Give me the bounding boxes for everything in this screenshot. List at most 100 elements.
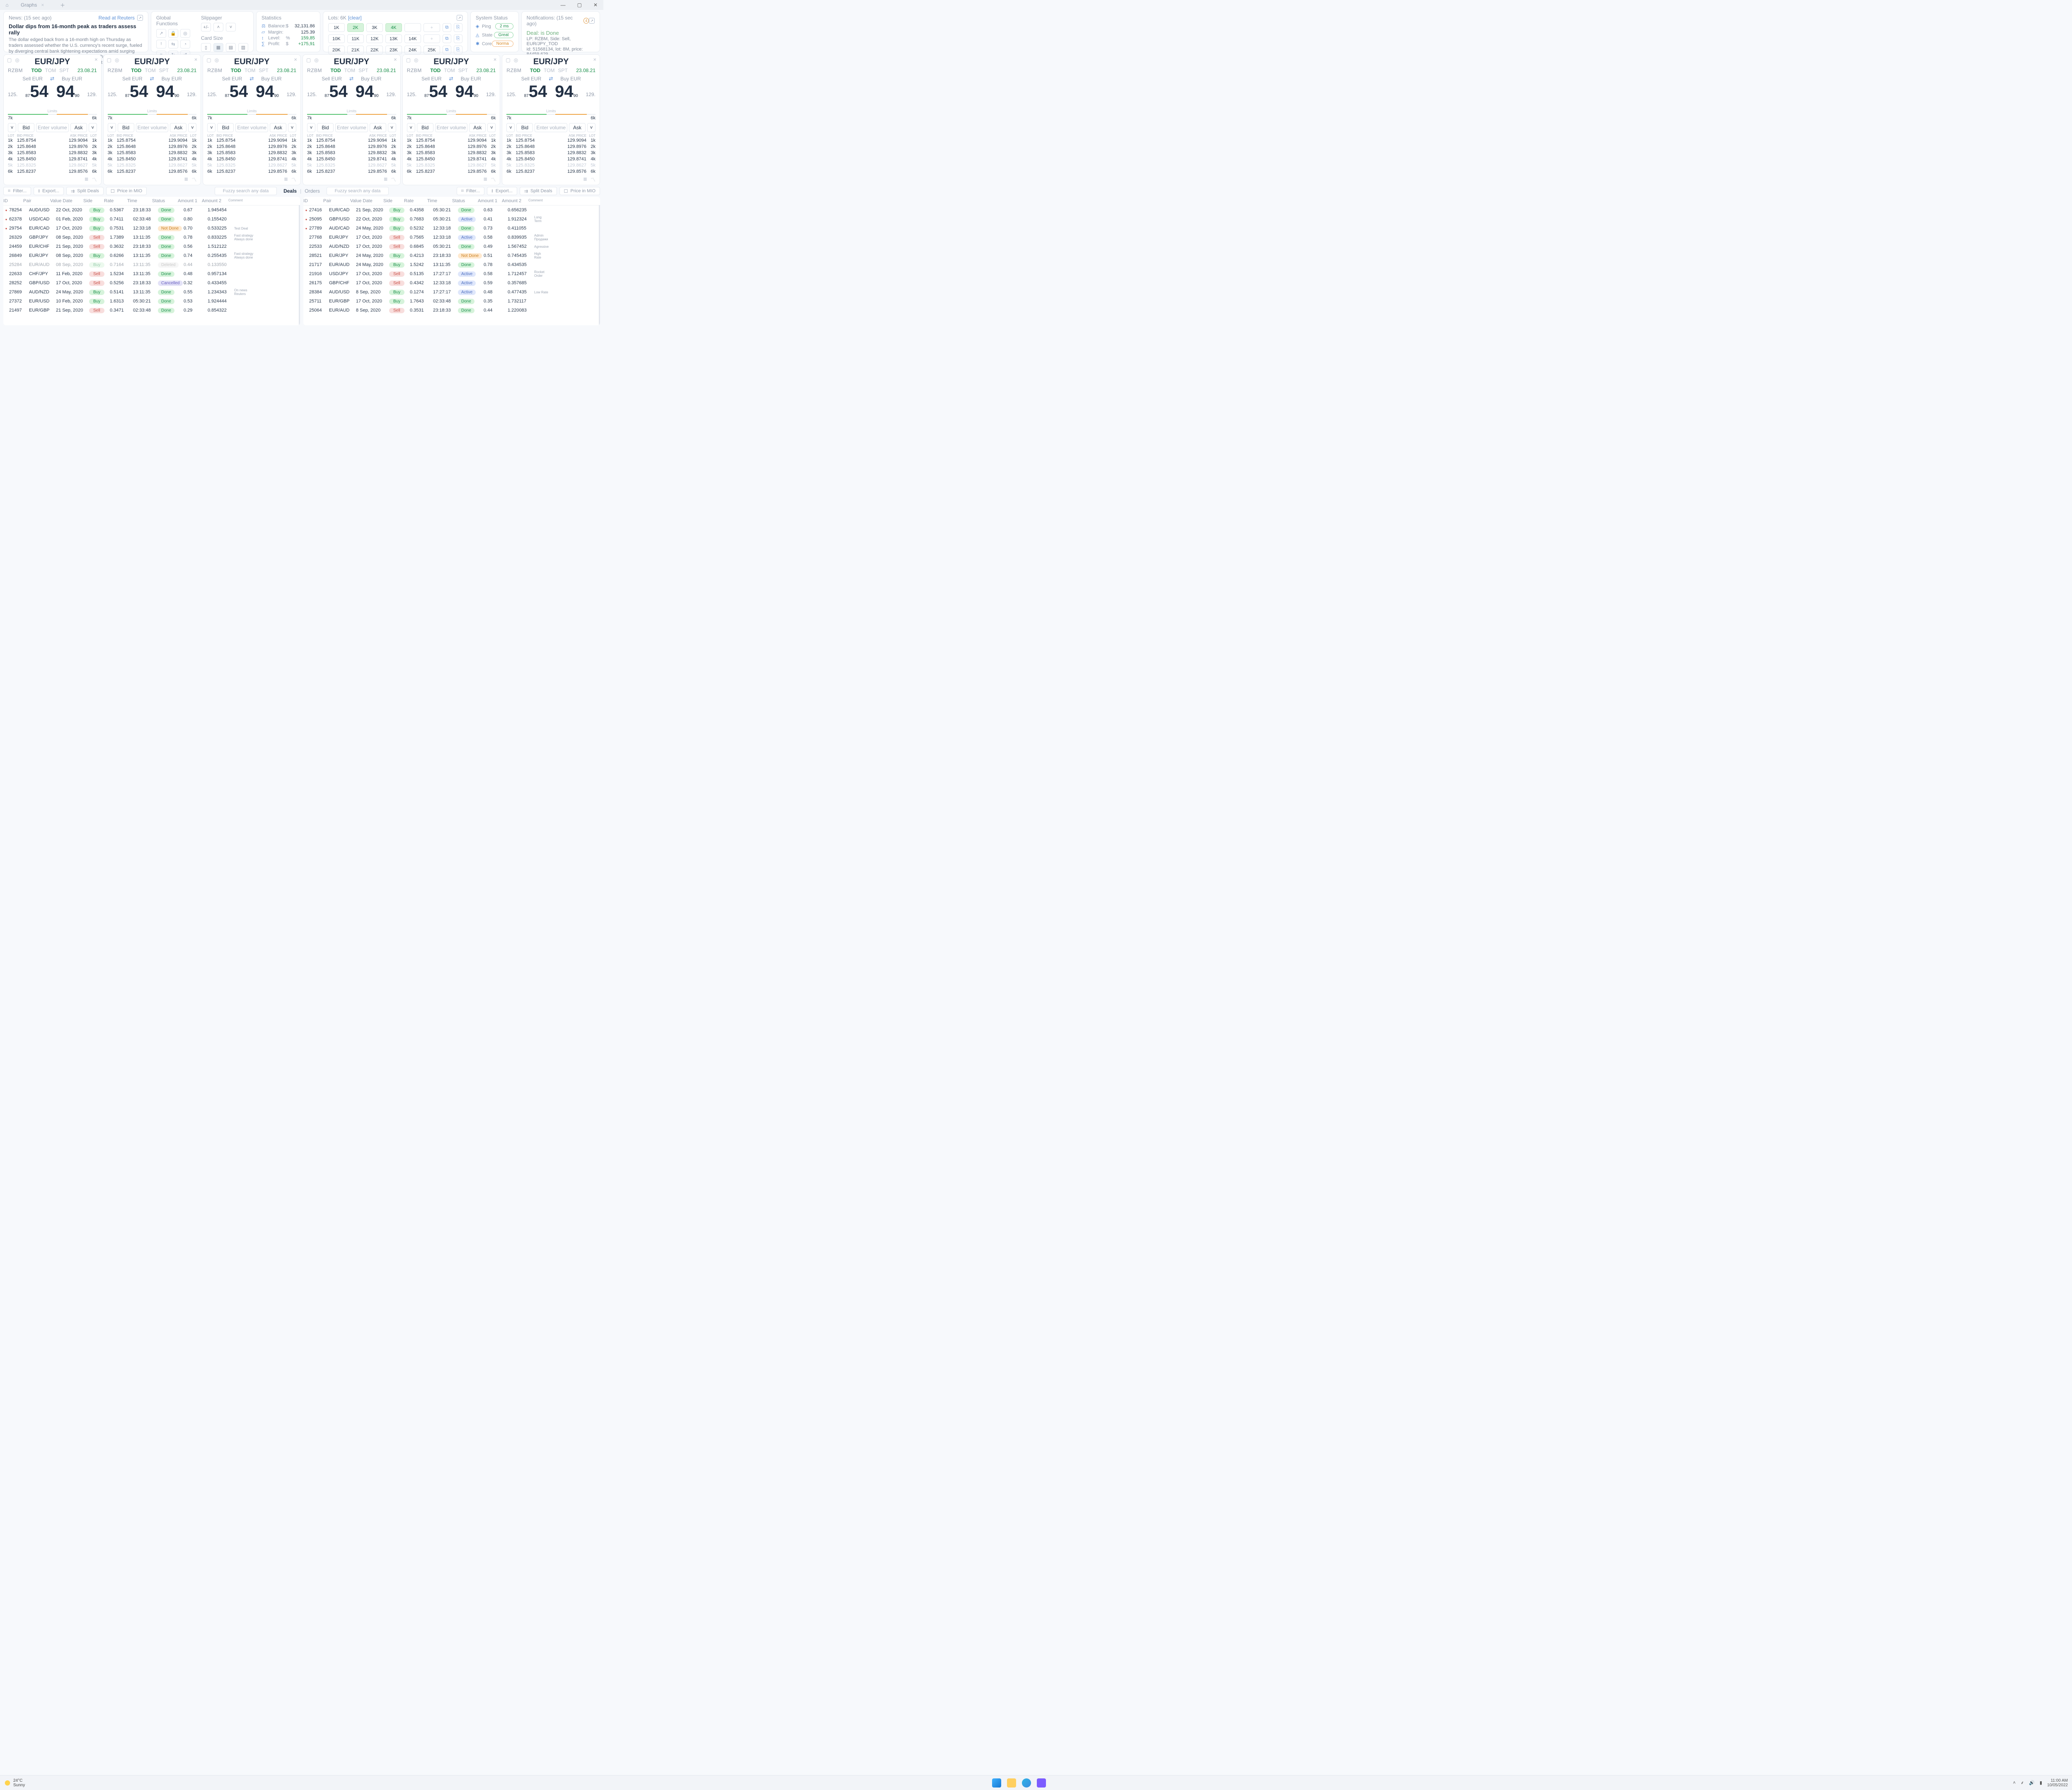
bid-chevron-icon[interactable]: ˅ — [108, 123, 116, 132]
table-row[interactable]: 27372EUR/USD10 Feb, 2020Buy1.631305:30:2… — [3, 297, 300, 306]
card-size-4-icon[interactable]: ▥ — [238, 43, 248, 52]
table-row[interactable]: 25284EUR/AUD08 Sep, 2020Buy0.716413:11:3… — [3, 260, 300, 269]
export-button-2[interactable]: ⭳Export... — [487, 187, 517, 195]
th-valuedate[interactable]: Value Date — [50, 198, 83, 203]
export-button[interactable]: ⭳Export... — [34, 187, 64, 195]
th-comment[interactable]: Comment — [528, 198, 600, 203]
minimize-icon[interactable]: — — [561, 2, 566, 8]
lot-3K[interactable]: 3K — [366, 23, 383, 32]
fn-arrow-icon[interactable]: ↗ — [156, 29, 166, 38]
table-row[interactable]: 28384AUD/USD8 Sep, 2020Buy0.127417:27:17… — [303, 288, 600, 297]
add-tab-button[interactable]: ＋ — [58, 2, 68, 9]
swap-icon[interactable]: ⇄ — [50, 76, 54, 82]
table-row[interactable]: 22633CHF/JPY11 Feb, 2020Sell1.523413:11:… — [3, 269, 300, 278]
th-time[interactable]: Time — [427, 198, 452, 203]
fn-lock-icon[interactable]: 🔒 — [168, 29, 178, 38]
start-button[interactable] — [992, 1778, 1001, 1788]
card-list-icon[interactable]: ≣ — [583, 176, 587, 183]
th-side[interactable]: Side — [383, 198, 404, 203]
card-chart-icon[interactable]: 〽 — [591, 176, 595, 183]
fn-swap-icon[interactable]: ⇆ — [168, 40, 178, 48]
card-close-icon[interactable]: × — [494, 56, 497, 63]
bid-button[interactable]: Bid — [118, 123, 134, 132]
tab-deals[interactable]: Deals — [283, 188, 297, 194]
price-left[interactable]: 8754 — [324, 83, 348, 106]
volume-input[interactable]: Enter volume — [535, 123, 567, 132]
ask-button[interactable]: Ask — [170, 123, 186, 132]
card-chart-icon[interactable]: 〽 — [491, 176, 496, 183]
card-list-icon[interactable]: ≣ — [85, 176, 89, 183]
bid-chevron-icon[interactable]: ˅ — [207, 123, 215, 132]
swap-icon[interactable]: ⇄ — [150, 76, 154, 82]
open-external-icon[interactable]: ↗ — [137, 15, 143, 21]
lot-14K[interactable]: 14K — [404, 34, 421, 43]
maximize-icon[interactable]: ▢ — [577, 2, 582, 8]
table-row[interactable]: 28252GBP/USD17 Oct, 2020Sell0.525623:18:… — [3, 278, 300, 288]
bid-chevron-icon[interactable]: ˅ — [407, 123, 415, 132]
card-target-icon[interactable]: ◎ — [115, 57, 119, 63]
table-row[interactable]: 21717EUR/AUD24 May, 2020Buy1.524213:11:3… — [303, 260, 600, 269]
table-row[interactable]: 26175GBP/CHF17 Oct, 2020Sell0.434212:33:… — [303, 278, 600, 288]
tenor-tabs[interactable]: TODTOMSPT — [31, 68, 69, 73]
table-row[interactable]: 28521EUR/JPY24 May, 2020Buy0.421323:18:3… — [303, 251, 600, 260]
card-close-icon[interactable]: × — [394, 56, 397, 63]
table-row[interactable]: ●27789AUD/CAD24 May, 2020Buy0.523212:33:… — [303, 224, 600, 233]
card-list-icon[interactable]: ≣ — [184, 176, 188, 183]
price-mio-checkbox-2[interactable]: ☐Price in MIO — [559, 187, 600, 195]
volume-input[interactable]: Enter volume — [335, 123, 368, 132]
card-size-3-icon[interactable]: ▤ — [226, 43, 236, 52]
tenor-tabs[interactable]: TODTOMSPT — [131, 68, 169, 73]
bid-chevron-icon[interactable]: ˅ — [506, 123, 515, 132]
lot-11K[interactable]: 11K — [347, 34, 364, 43]
scrollbar-thumb[interactable] — [299, 205, 300, 230]
price-right[interactable]: 9490 — [356, 83, 379, 106]
fn-clock-icon[interactable]: ◔ — [180, 40, 190, 48]
card-pin-icon[interactable]: ▢ — [206, 57, 211, 63]
table-row[interactable]: ●29754EUR/CAD17 Oct, 2020Buy0.753112:33:… — [3, 224, 300, 233]
bid-chevron-icon[interactable]: ˅ — [8, 123, 16, 132]
bid-button[interactable]: Bid — [417, 123, 433, 132]
th-side[interactable]: Side — [83, 198, 104, 203]
th-status[interactable]: Status — [452, 198, 478, 203]
table-row[interactable]: 27768EUR/JPY17 Oct, 2020Sell0.756512:33:… — [303, 233, 600, 242]
volume-icon[interactable]: 🔊 — [2029, 1780, 2035, 1785]
price-left[interactable]: 8754 — [125, 83, 148, 106]
lot-side-icon[interactable]: ⧉ — [443, 46, 451, 54]
swap-icon[interactable]: ⇄ — [449, 76, 453, 82]
table-row[interactable]: 26329GBP/JPY08 Sep, 2020Sell1.738913:11:… — [3, 233, 300, 242]
lot-side-icon[interactable]: ⎘ — [454, 46, 462, 54]
card-close-icon[interactable]: × — [294, 56, 297, 63]
card-chart-icon[interactable]: 〽 — [391, 176, 396, 183]
card-target-icon[interactable]: ◎ — [514, 57, 518, 63]
bid-button[interactable]: Bid — [516, 123, 533, 132]
card-close-icon[interactable]: × — [194, 56, 198, 63]
lot-1K[interactable]: 1K — [328, 23, 345, 32]
swap-icon[interactable]: ⇄ — [249, 76, 254, 82]
price-right[interactable]: 9490 — [156, 83, 179, 106]
lot-21K[interactable]: 21K — [347, 46, 364, 54]
lots-open-icon[interactable]: ↗ — [457, 15, 462, 21]
lot-13K[interactable]: 13K — [385, 34, 402, 43]
price-right[interactable]: 9490 — [56, 83, 80, 106]
fn-sliders-icon[interactable]: ፧ — [156, 40, 166, 48]
scrollbar-thumb[interactable] — [599, 205, 600, 230]
ask-button[interactable]: Ask — [569, 123, 586, 132]
th-amount1[interactable]: Amount 1 — [478, 198, 502, 203]
lot-25K[interactable]: 25K — [424, 46, 440, 54]
th-time[interactable]: Time — [127, 198, 152, 203]
price-left[interactable]: 8754 — [424, 83, 448, 106]
ask-chevron-icon[interactable]: ˅ — [587, 123, 595, 132]
orders-search-input[interactable]: Fuzzy search any data — [327, 187, 389, 195]
ask-chevron-icon[interactable]: ˅ — [487, 123, 496, 132]
tab-orders[interactable]: Orders — [305, 188, 320, 194]
price-right[interactable]: 9490 — [256, 83, 279, 106]
ask-chevron-icon[interactable]: ˅ — [388, 123, 396, 132]
th-rate[interactable]: Rate — [104, 198, 127, 203]
tab-close-icon[interactable]: × — [41, 2, 44, 8]
tray-chevron-icon[interactable]: ˄ — [2013, 1780, 2015, 1785]
table-row[interactable]: 21916USD/JPY17 Oct, 2020Sell0.513517:27:… — [303, 269, 600, 278]
th-id[interactable]: ID — [303, 198, 323, 203]
card-pin-icon[interactable]: ▢ — [107, 57, 111, 63]
price-right[interactable]: 9490 — [555, 83, 578, 106]
table-row[interactable]: 27869AUD/NZD24 May, 2020Buy0.514113:11:3… — [3, 288, 300, 297]
